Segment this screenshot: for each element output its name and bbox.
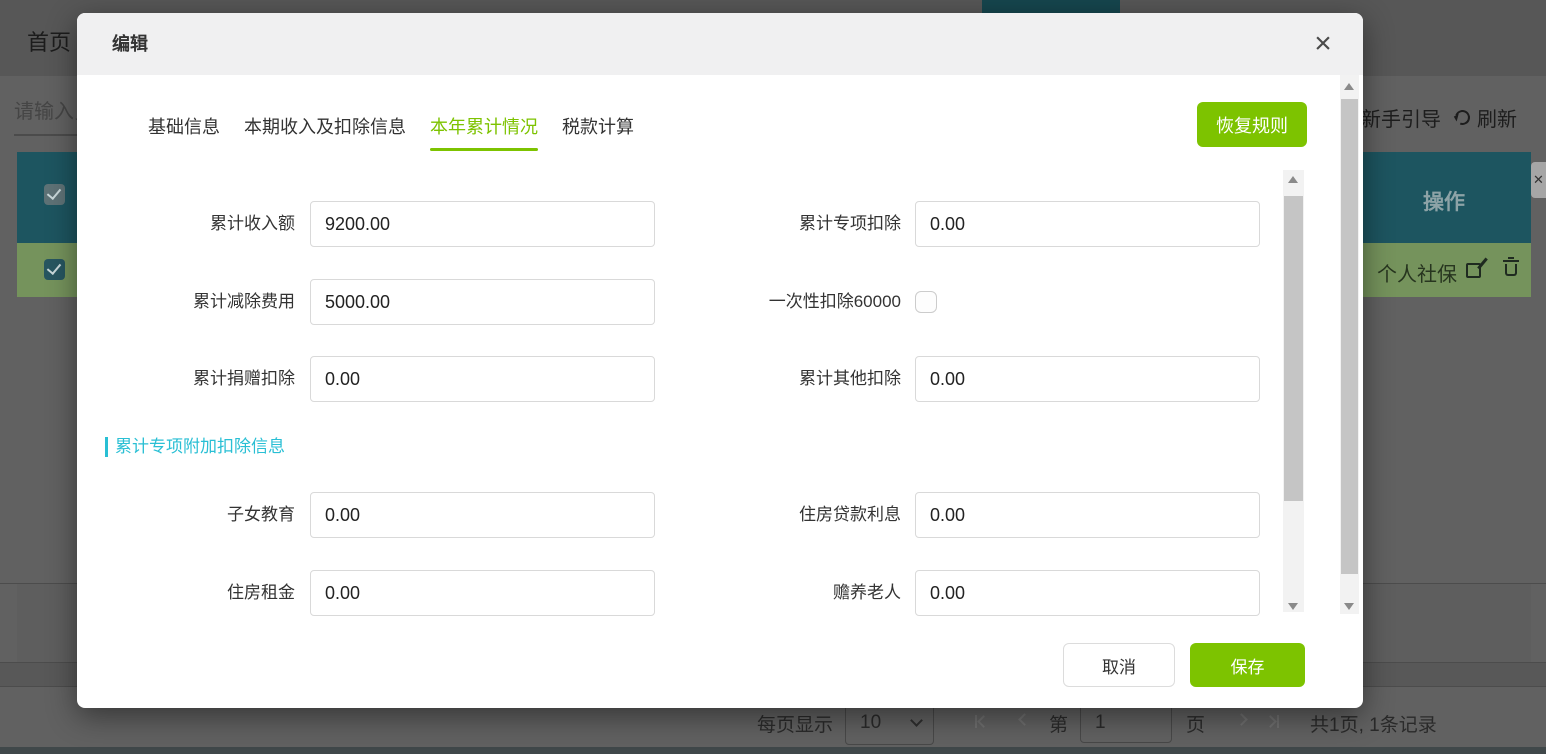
refresh-icon — [1452, 107, 1473, 128]
input-cum-basic-deduction[interactable] — [310, 279, 655, 325]
cancel-button[interactable]: 取消 — [1063, 643, 1175, 687]
label-housing-loan-interest: 住房贷款利息 — [799, 505, 901, 524]
delete-icon[interactable] — [1503, 257, 1519, 278]
input-cum-special[interactable] — [915, 201, 1260, 247]
dialog-scrollbar-thumb[interactable] — [1341, 99, 1358, 574]
label-child-education: 子女教育 — [227, 505, 295, 524]
label-cum-income: 累计收入额 — [210, 214, 295, 233]
edit-icon[interactable] — [1466, 257, 1488, 278]
tab-year-cumulative[interactable]: 本年累计情况 — [430, 113, 538, 151]
refresh-label: 刷新 — [1477, 109, 1517, 131]
content-scrollbar[interactable] — [1283, 170, 1304, 612]
dialog-title: 编辑 — [112, 34, 148, 54]
label-cum-donation: 累计捐赠扣除 — [193, 369, 295, 388]
next-page-button[interactable] — [1235, 713, 1248, 726]
chevron-right-icon — [1235, 713, 1248, 726]
restore-rules-button[interactable]: 恢复规则 — [1197, 102, 1307, 147]
per-page-value: 10 — [860, 712, 882, 733]
select-all-checkbox[interactable] — [44, 184, 65, 205]
operation-column-header: 操作 — [1423, 191, 1465, 214]
trash-handle — [1508, 257, 1514, 259]
label-supporting-elderly: 赡养老人 — [833, 583, 901, 602]
dialog-tabs: 基础信息 本期收入及扣除信息 本年累计情况 税款计算 — [148, 113, 634, 151]
input-housing-rent[interactable] — [310, 570, 655, 616]
save-button[interactable]: 保存 — [1190, 643, 1305, 687]
per-page-select[interactable]: 10 — [845, 703, 934, 745]
input-supporting-elderly[interactable] — [915, 570, 1260, 616]
label-cum-special: 累计专项扣除 — [799, 214, 901, 233]
close-icon[interactable]: × — [1303, 25, 1343, 65]
chevron-left-icon — [977, 715, 990, 728]
row-cell-title: 个人社保 — [1377, 264, 1457, 286]
chevron-down-icon — [910, 714, 923, 727]
dialog-header: 编辑 — [77, 13, 1363, 75]
page-number-input[interactable] — [1080, 703, 1172, 743]
dialog-scrollbar[interactable] — [1340, 75, 1359, 614]
chevron-right-icon — [1264, 715, 1277, 728]
row-checkbox[interactable] — [44, 259, 65, 280]
trash-bin — [1505, 264, 1517, 276]
page-prefix-label: 第 — [1049, 715, 1069, 736]
refresh-button[interactable]: 刷新 — [1452, 103, 1517, 132]
newbie-guide-link[interactable]: 新手引导 — [1361, 103, 1441, 132]
prev-page-button[interactable] — [1018, 713, 1031, 726]
input-cum-income[interactable] — [310, 201, 655, 247]
label-cum-other: 累计其他扣除 — [799, 369, 901, 388]
tab-basic-info[interactable]: 基础信息 — [148, 113, 220, 151]
tab-period-income-deduction[interactable]: 本期收入及扣除信息 — [244, 113, 406, 151]
scroll-up-icon[interactable] — [1344, 83, 1354, 90]
label-cum-basic-deduction: 累计减除费用 — [193, 292, 295, 311]
input-child-education[interactable] — [310, 492, 655, 538]
scroll-up-icon[interactable] — [1288, 176, 1298, 183]
scroll-down-icon[interactable] — [1288, 603, 1298, 610]
top-action-button-partial[interactable] — [982, 0, 1120, 14]
input-cum-other[interactable] — [915, 356, 1260, 402]
input-cum-donation[interactable] — [310, 356, 655, 402]
pagination-summary: 共1页, 1条记录 — [1310, 715, 1437, 736]
one-time-deduction-checkbox[interactable] — [915, 291, 937, 313]
trash-lid — [1503, 260, 1519, 262]
tab-tax-calculation[interactable]: 税款计算 — [562, 113, 634, 151]
page-suffix-label: 页 — [1186, 715, 1206, 736]
per-page-label: 每页显示 — [757, 715, 834, 736]
first-page-button[interactable] — [975, 715, 990, 728]
nav-tab-home[interactable]: 首页 — [27, 25, 71, 57]
edit-dialog: 编辑 × 基础信息 本期收入及扣除信息 本年累计情况 税款计算 恢复规则 累计收… — [77, 13, 1363, 708]
column-settings-button[interactable]: ✕ — [1531, 162, 1546, 198]
scroll-down-icon[interactable] — [1344, 603, 1354, 610]
section-header-special-additional-deduction: 累计专项附加扣除信息 — [105, 437, 285, 457]
chevron-left-icon — [1018, 713, 1031, 726]
label-one-time-deduction: 一次性扣除60000 — [768, 292, 901, 311]
label-housing-rent: 住房租金 — [227, 583, 295, 602]
bottom-strip — [0, 747, 1546, 754]
content-scrollbar-thumb[interactable] — [1284, 196, 1303, 501]
input-housing-loan-interest[interactable] — [915, 492, 1260, 538]
last-page-bar — [1277, 715, 1279, 728]
last-page-button[interactable] — [1264, 715, 1279, 728]
